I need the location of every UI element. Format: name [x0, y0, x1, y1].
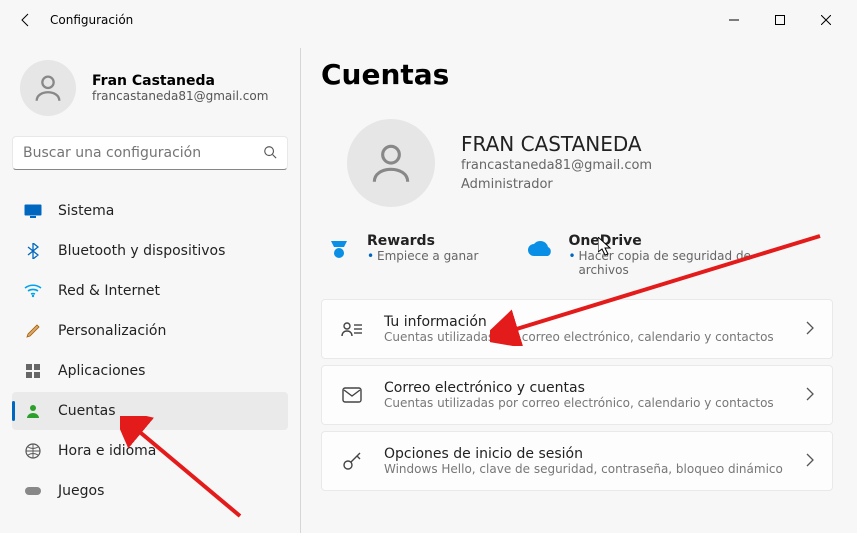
close-button[interactable]	[803, 4, 849, 36]
nav-label: Red & Internet	[58, 283, 160, 299]
minimize-button[interactable]	[711, 4, 757, 36]
nav-label: Bluetooth y dispositivos	[58, 243, 225, 259]
card-subtitle: Windows Hello, clave de seguridad, contr…	[384, 462, 786, 476]
grid-icon	[24, 362, 42, 380]
nav-label: Juegos	[58, 483, 104, 499]
account-header: FRAN CASTANEDA francastaneda81@gmail.com…	[321, 119, 833, 207]
rewards-block[interactable]: Rewards Empiece a ganar	[325, 233, 478, 277]
nav-label: Hora e idioma	[58, 443, 156, 459]
nav-system[interactable]: Sistema	[12, 192, 288, 230]
account-email: francastaneda81@gmail.com	[461, 156, 652, 176]
search-input[interactable]	[23, 145, 263, 161]
nav-time[interactable]: Hora e idioma	[12, 432, 288, 470]
nav-apps[interactable]: Aplicaciones	[12, 352, 288, 390]
avatar-icon	[347, 119, 435, 207]
wifi-icon	[24, 282, 42, 300]
onedrive-title: OneDrive	[568, 233, 758, 249]
chevron-right-icon	[806, 452, 814, 471]
person-icon	[24, 402, 42, 420]
nav-accounts[interactable]: Cuentas	[12, 392, 288, 430]
card-title: Tu información	[384, 314, 786, 330]
maximize-button[interactable]	[757, 4, 803, 36]
nav-label: Cuentas	[58, 403, 116, 419]
user-header[interactable]: Fran Castaneda francastaneda81@gmail.com	[12, 48, 288, 136]
chevron-right-icon	[806, 386, 814, 405]
nav-personalization[interactable]: Personalización	[12, 312, 288, 350]
account-role: Administrador	[461, 175, 652, 195]
account-name: FRAN CASTANEDA	[461, 132, 652, 156]
cloud-icon	[526, 235, 554, 263]
back-button[interactable]	[8, 2, 44, 38]
monitor-icon	[24, 202, 42, 220]
onedrive-subtitle: Hacer copia de seguridad de archivos	[568, 249, 758, 277]
nav-label: Personalización	[58, 323, 166, 339]
nav-network[interactable]: Red & Internet	[12, 272, 288, 310]
rewards-icon	[325, 235, 353, 263]
onedrive-block[interactable]: OneDrive Hacer copia de seguridad de arc…	[526, 233, 758, 277]
card-your-info[interactable]: Tu información Cuentas utilizadas por co…	[321, 299, 833, 359]
window-title: Configuración	[50, 13, 133, 27]
gamepad-icon	[24, 482, 42, 500]
user-email: francastaneda81@gmail.com	[92, 89, 268, 103]
card-subtitle: Cuentas utilizadas por correo electrónic…	[384, 330, 786, 344]
mail-icon	[340, 387, 364, 403]
search-box[interactable]	[12, 136, 288, 170]
nav-label: Sistema	[58, 203, 114, 219]
rewards-subtitle: Empiece a ganar	[367, 249, 478, 263]
brush-icon	[24, 322, 42, 340]
nav-label: Aplicaciones	[58, 363, 145, 379]
card-email-accounts[interactable]: Correo electrónico y cuentas Cuentas uti…	[321, 365, 833, 425]
card-title: Opciones de inicio de sesión	[384, 446, 786, 462]
card-subtitle: Cuentas utilizadas por correo electrónic…	[384, 396, 786, 410]
card-signin-options[interactable]: Opciones de inicio de sesión Windows Hel…	[321, 431, 833, 491]
search-icon	[263, 144, 277, 163]
page-title: Cuentas	[321, 58, 833, 91]
person-card-icon	[340, 320, 364, 338]
avatar-icon	[20, 60, 76, 116]
card-title: Correo electrónico y cuentas	[384, 380, 786, 396]
nav-gaming[interactable]: Juegos	[12, 472, 288, 510]
user-name: Fran Castaneda	[92, 73, 268, 89]
chevron-right-icon	[806, 320, 814, 339]
key-icon	[340, 450, 364, 472]
rewards-title: Rewards	[367, 233, 478, 249]
globe-icon	[24, 442, 42, 460]
nav-bluetooth[interactable]: Bluetooth y dispositivos	[12, 232, 288, 270]
bluetooth-icon	[24, 242, 42, 260]
